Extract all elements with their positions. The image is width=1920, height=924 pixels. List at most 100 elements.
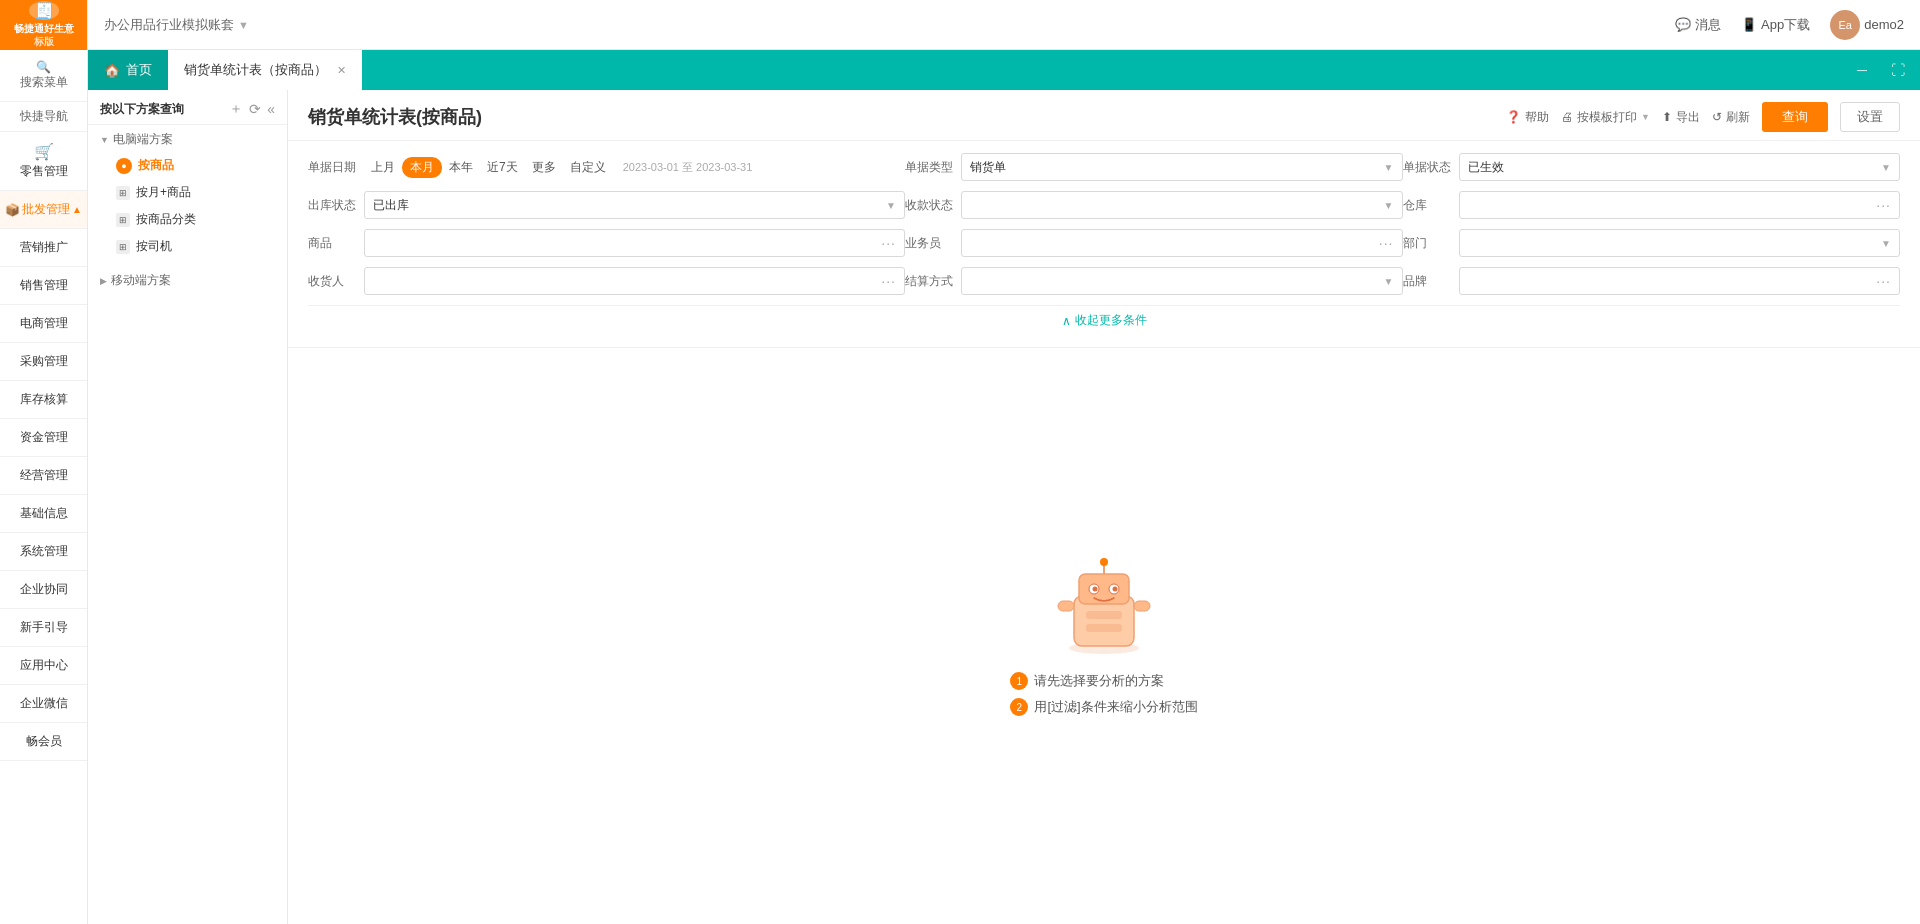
sidebar-item-inventory[interactable]: 库存核算 <box>0 381 87 419</box>
salesperson-input[interactable]: ··· <box>961 229 1403 257</box>
tab-minimize-button[interactable]: ─ <box>1848 56 1876 84</box>
chevron-down-icon: ▼ <box>238 19 249 31</box>
out-status-select[interactable]: 已出库 ▼ <box>364 191 905 219</box>
triangle-icon: ▼ <box>100 135 109 145</box>
settings-button[interactable]: 设置 <box>1840 102 1900 132</box>
search-icon: 🔍 <box>36 60 51 74</box>
basics-label: 基础信息 <box>20 505 68 522</box>
sidebar-item-retail[interactable]: 🛒 零售管理 <box>0 132 87 191</box>
out-status-arrow-icon: ▼ <box>886 200 896 211</box>
type-select[interactable]: 销货单 ▼ <box>961 153 1403 181</box>
date-last-month[interactable]: 上月 <box>364 156 402 179</box>
refresh-scheme-button[interactable]: ⟳ <box>249 101 261 117</box>
receive-status-select[interactable]: ▼ <box>961 191 1403 219</box>
svg-point-6 <box>1113 587 1118 592</box>
sidebar-item-wholesale[interactable]: 📦 批发管理 ▲ <box>0 191 87 229</box>
sidebar-item-ecommerce[interactable]: 电商管理 <box>0 305 87 343</box>
date-this-month[interactable]: 本月 <box>402 157 442 178</box>
content-area: 按以下方案查询 ＋ ⟳ « ▼ 电脑端方案 ● 按商品 ⊞ 按月+商品 <box>88 90 1920 924</box>
sidebar-item-purchase[interactable]: 采购管理 <box>0 343 87 381</box>
date-last-7days[interactable]: 近7天 <box>480 156 525 179</box>
ecommerce-label: 电商管理 <box>20 315 68 332</box>
scheme-by-cashier[interactable]: ⊞ 按司机 <box>108 233 287 260</box>
sidebar-item-member[interactable]: 畅会员 <box>0 723 87 761</box>
scheme-by-product[interactable]: ● 按商品 <box>108 152 287 179</box>
scheme-icon-3: ⊞ <box>116 240 130 254</box>
sidebar-item-system[interactable]: 系统管理 <box>0 533 87 571</box>
pc-scheme-label: 电脑端方案 <box>113 131 173 148</box>
finance-label: 资金管理 <box>20 429 68 446</box>
product-input[interactable]: ··· <box>364 229 905 257</box>
svg-rect-9 <box>1058 601 1074 611</box>
pc-scheme-group: ▼ 电脑端方案 <box>88 125 287 152</box>
page-title: 销货单统计表(按商品) <box>308 105 482 129</box>
main-area: 办公用品行业模拟账套 ▼ 💬 消息 📱 App下载 Ea demo2 🏠 <box>88 0 1920 924</box>
out-status-label: 出库状态 <box>308 197 364 214</box>
sidebar-item-corpwechat[interactable]: 企业微信 <box>0 685 87 723</box>
topbar: 办公用品行业模拟账套 ▼ 💬 消息 📱 App下载 Ea demo2 <box>88 0 1920 50</box>
inventory-label: 库存核算 <box>20 391 68 408</box>
warehouse-input[interactable]: ··· <box>1459 191 1901 219</box>
brand-input[interactable]: ··· <box>1459 267 1901 295</box>
refresh-button[interactable]: ↺ 刷新 <box>1712 109 1750 126</box>
tab-close-icon[interactable]: ✕ <box>337 64 346 77</box>
filter-warehouse-field: 仓库 ··· <box>1403 191 1901 219</box>
template-print-button[interactable]: 🖨 按模板打印 ▼ <box>1561 109 1650 126</box>
filter-area: 单据日期 上月 本月 本年 近7天 更多 自定义 2023-03-01 至 20… <box>288 141 1920 348</box>
sidebar-item-basics[interactable]: 基础信息 <box>0 495 87 533</box>
filter-type-field: 单据类型 销货单 ▼ <box>905 153 1403 181</box>
scheme-icon-2: ⊞ <box>116 213 130 227</box>
tab-sales-stat[interactable]: 销货单统计表（按商品） ✕ <box>168 50 362 90</box>
query-content: 销货单统计表(按商品) ❓ 帮助 🖨 按模板打印 ▼ ⬆ 导出 <box>288 90 1920 924</box>
template-print-label: 按模板打印 <box>1577 109 1637 126</box>
avatar: Ea <box>1830 10 1860 40</box>
enterprise-label: 企业协同 <box>20 581 68 598</box>
sidebar-item-enterprise[interactable]: 企业协同 <box>0 571 87 609</box>
sidebar-item-finance[interactable]: 资金管理 <box>0 419 87 457</box>
query-button[interactable]: 查询 <box>1762 102 1828 132</box>
user-profile[interactable]: Ea demo2 <box>1830 10 1904 40</box>
date-custom[interactable]: 自定义 <box>563 156 613 179</box>
add-scheme-button[interactable]: ＋ <box>229 100 243 118</box>
status-select[interactable]: 已生效 ▼ <box>1459 153 1901 181</box>
quick-nav[interactable]: 快捷导航 <box>0 102 87 132</box>
dept-arrow-icon: ▼ <box>1881 238 1891 249</box>
sidebar-item-newbie[interactable]: 新手引导 <box>0 609 87 647</box>
mobile-scheme-group: ▶ 移动端方案 <box>88 266 287 293</box>
tab-home[interactable]: 🏠 首页 <box>88 50 168 90</box>
filter-status-field: 单据状态 已生效 ▼ <box>1403 153 1901 181</box>
messages-label: 消息 <box>1695 16 1721 34</box>
warehouse-label: 仓库 <box>1403 197 1459 214</box>
sidebar-item-sales[interactable]: 销售管理 <box>0 267 87 305</box>
search-menu[interactable]: 🔍 搜索菜单 <box>0 50 87 102</box>
tab-expand-button[interactable]: ⛶ <box>1884 56 1912 84</box>
sidebar-item-appcenter[interactable]: 应用中心 <box>0 647 87 685</box>
date-this-year[interactable]: 本年 <box>442 156 480 179</box>
collapse-filters-button[interactable]: ∧ 收起更多条件 <box>308 305 1900 335</box>
tabbar: 🏠 首页 销货单统计表（按商品） ✕ ─ ⛶ <box>88 50 1920 90</box>
out-status-value: 已出库 <box>373 197 409 214</box>
help-button[interactable]: ❓ 帮助 <box>1506 109 1549 126</box>
export-button[interactable]: ⬆ 导出 <box>1662 109 1700 126</box>
sidebar-item-operations[interactable]: 经营管理 <box>0 457 87 495</box>
scheme-by-month-product[interactable]: ⊞ 按月+商品 <box>108 179 287 206</box>
date-more[interactable]: 更多 <box>525 156 563 179</box>
quick-nav-label: 快捷导航 <box>20 109 68 123</box>
filter-row-3: 商品 ··· 业务员 ··· 部门 <box>308 229 1900 257</box>
filter-brand-field: 品牌 ··· <box>1403 267 1901 295</box>
messages-button[interactable]: 💬 消息 <box>1675 16 1721 34</box>
industry-selector[interactable]: 办公用品行业模拟账套 ▼ <box>104 16 249 34</box>
app-download-button[interactable]: 📱 App下载 <box>1741 16 1810 34</box>
collapse-panel-button[interactable]: « <box>267 101 275 117</box>
dept-select[interactable]: ▼ <box>1459 229 1901 257</box>
filter-row-1: 单据日期 上月 本月 本年 近7天 更多 自定义 2023-03-01 至 20… <box>308 153 1900 181</box>
topbar-right: 💬 消息 📱 App下载 Ea demo2 <box>1675 10 1904 40</box>
sidebar-label-wholesale: 批发管理 <box>22 201 70 218</box>
scheme-by-category[interactable]: ⊞ 按商品分类 <box>108 206 287 233</box>
page-actions: ❓ 帮助 🖨 按模板打印 ▼ ⬆ 导出 ↺ 刷新 <box>1506 102 1900 132</box>
empty-illustration <box>1044 556 1164 656</box>
receiver-input[interactable]: ··· <box>364 267 905 295</box>
payment-select[interactable]: ▼ <box>961 267 1403 295</box>
sidebar-item-marketing[interactable]: 营销推广 <box>0 229 87 267</box>
active-scheme-icon: ● <box>116 158 132 174</box>
